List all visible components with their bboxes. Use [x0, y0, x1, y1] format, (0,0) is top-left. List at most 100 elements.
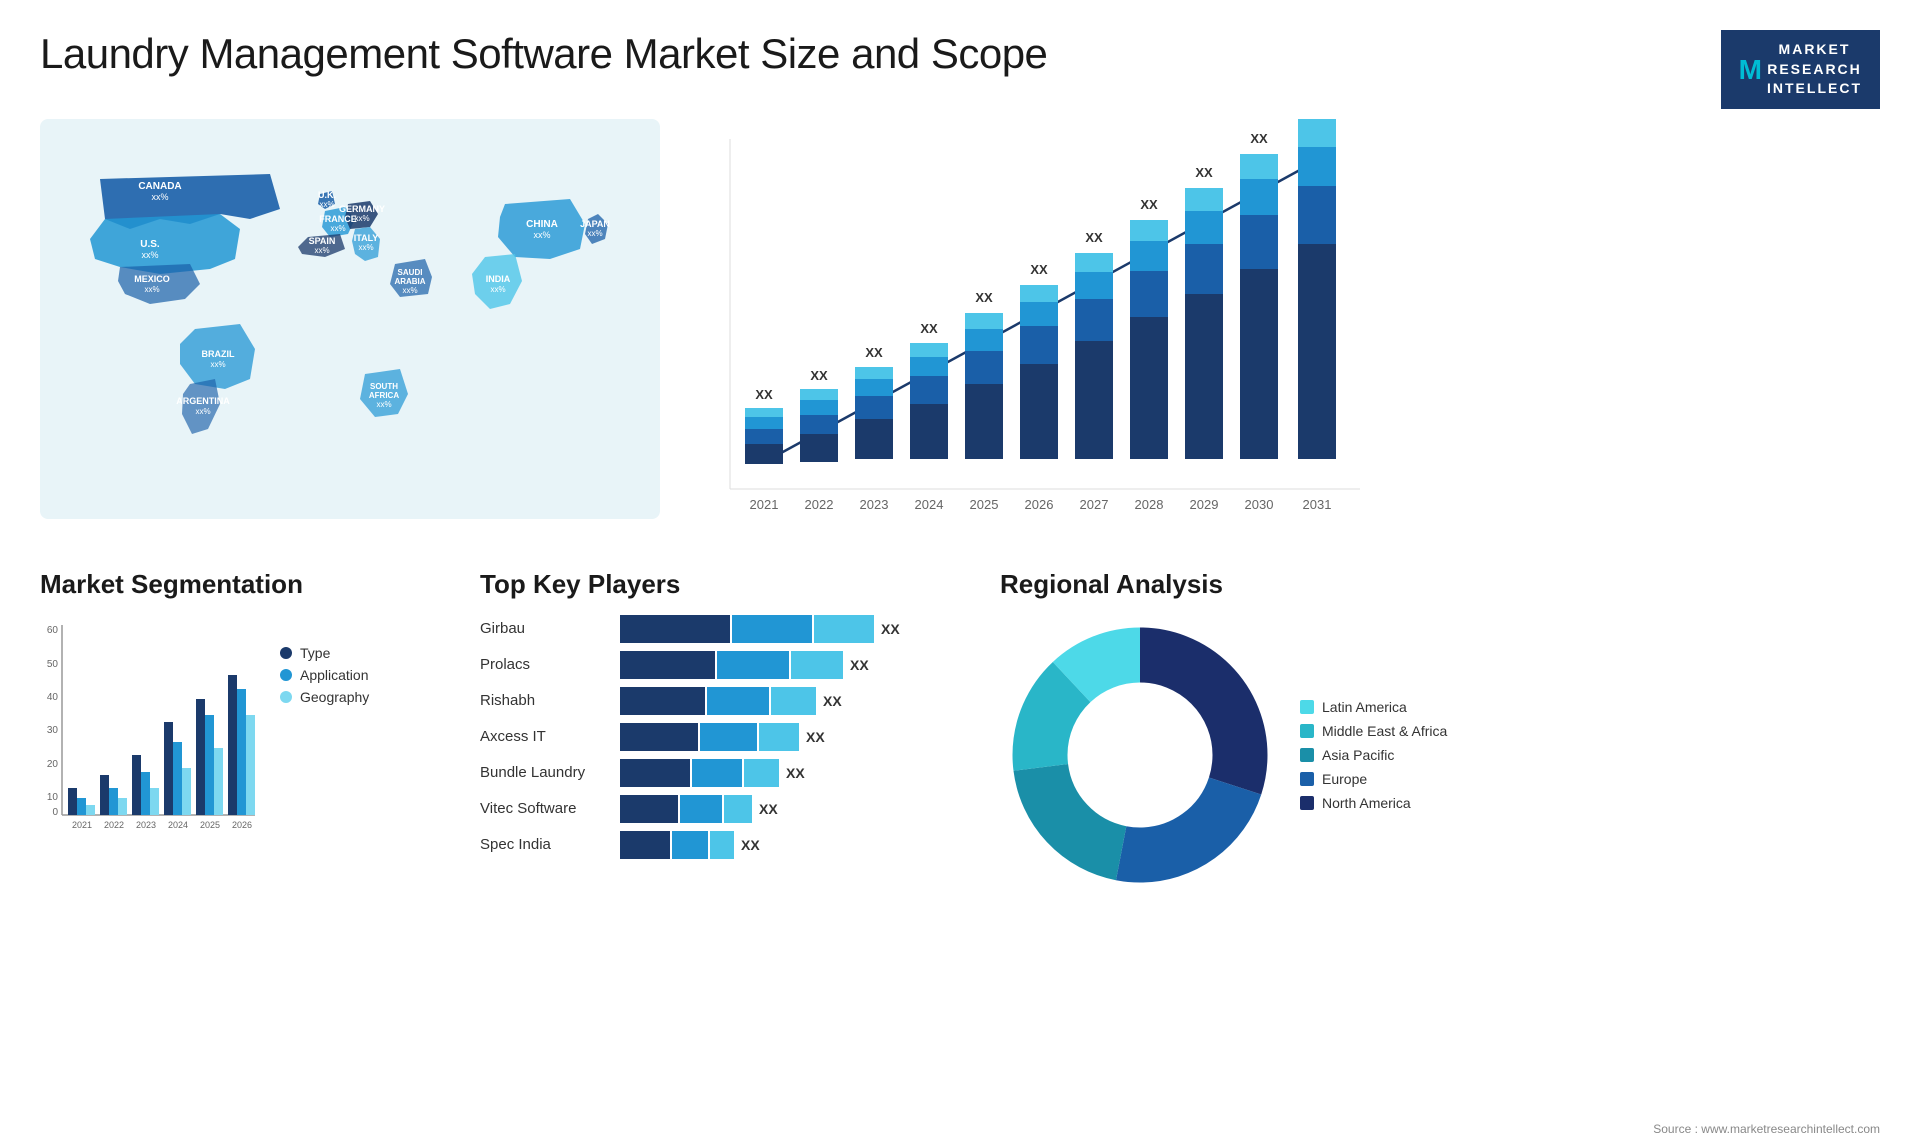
- bar-prolacs-s1: [620, 651, 715, 679]
- bar-label-bundle: XX: [786, 765, 805, 781]
- logo-m-letter: M: [1739, 50, 1763, 89]
- bar-axcess-s1: [620, 723, 698, 751]
- player-row-prolacs: Prolacs XX: [480, 651, 980, 679]
- seg-chart-svg: 60 50 40 30 20 10 0 2021: [40, 615, 260, 835]
- bar-vitec-s1: [620, 795, 678, 823]
- mea-color: [1300, 724, 1314, 738]
- canada-value: xx%: [151, 192, 168, 202]
- map-section: CANADA xx% U.S. xx% MEXICO xx% BRAZIL xx…: [40, 119, 670, 549]
- mexico-value: xx%: [144, 285, 159, 294]
- world-map: CANADA xx% U.S. xx% MEXICO xx% BRAZIL xx…: [40, 119, 660, 519]
- north-america-label: North America: [1322, 795, 1411, 811]
- type-dot: [280, 647, 292, 659]
- bar-prolacs-s2: [717, 651, 789, 679]
- donut-legend: Latin America Middle East & Africa Asia …: [1300, 699, 1447, 811]
- bar-label-axcess: XX: [806, 729, 825, 745]
- logo-box: M MARKET RESEARCH INTELLECT: [1721, 30, 1880, 109]
- key-players-title: Top Key Players: [480, 569, 980, 600]
- donut-chart-svg: [1000, 615, 1280, 895]
- year-2025: 2025: [970, 497, 999, 512]
- bar-2021-s2: [745, 429, 783, 444]
- year-2023: 2023: [860, 497, 889, 512]
- bar-label-2026: XX: [1030, 262, 1048, 277]
- svg-text:2024: 2024: [168, 820, 188, 830]
- seg-2021-t: [68, 788, 77, 815]
- player-bars-spec: XX: [620, 831, 760, 859]
- player-row-spec: Spec India XX: [480, 831, 980, 859]
- india-label: INDIA: [486, 274, 511, 284]
- application-dot: [280, 669, 292, 681]
- legend-latin-america: Latin America: [1300, 699, 1447, 715]
- bar-2021-s1: [745, 444, 783, 464]
- players-list: Girbau XX Prolacs XX Rishabh: [480, 615, 980, 859]
- regional-title: Regional Analysis: [1000, 569, 1880, 600]
- header: Laundry Management Software Market Size …: [0, 0, 1920, 119]
- player-name-axcess: Axcess IT: [480, 728, 610, 745]
- legend-geography-label: Geography: [300, 689, 369, 705]
- year-2029: 2029: [1190, 497, 1219, 512]
- player-row-bundle: Bundle Laundry XX: [480, 759, 980, 787]
- bar-label-2030: XX: [1250, 131, 1268, 146]
- segmentation-section: Market Segmentation 60 50 40 30 20 10 0: [40, 569, 460, 895]
- bar-rishabh-s3: [771, 687, 816, 715]
- bar-vitec-s2: [680, 795, 722, 823]
- player-name-spec: Spec India: [480, 836, 610, 853]
- bar-girbau-s2: [732, 615, 812, 643]
- bar-bundle-s2: [692, 759, 742, 787]
- page-title: Laundry Management Software Market Size …: [40, 30, 1047, 78]
- southafrica-label2: AFRICA: [369, 391, 399, 400]
- us-value: xx%: [141, 250, 158, 260]
- saudi-label: SAUDI: [398, 268, 423, 277]
- bar-prolacs-s3: [791, 651, 843, 679]
- bar-spec-s1: [620, 831, 670, 859]
- bar-axcess-s2: [700, 723, 757, 751]
- player-name-girbau: Girbau: [480, 620, 610, 637]
- spain-value: xx%: [314, 246, 329, 255]
- bar-label-2027: XX: [1085, 230, 1103, 245]
- svg-text:2025: 2025: [200, 820, 220, 830]
- bottom-content: Market Segmentation 60 50 40 30 20 10 0: [0, 549, 1920, 895]
- italy-value: xx%: [358, 243, 373, 252]
- player-name-bundle: Bundle Laundry: [480, 764, 610, 781]
- seg-2021-g: [86, 805, 95, 815]
- player-bars-bundle: XX: [620, 759, 805, 787]
- bar-label-2021: XX: [755, 387, 773, 402]
- donut-container: Latin America Middle East & Africa Asia …: [1000, 615, 1880, 895]
- japan-value: xx%: [587, 229, 602, 238]
- year-2022: 2022: [805, 497, 834, 512]
- bar-2021-s3: [745, 417, 783, 429]
- brazil-label: BRAZIL: [202, 349, 235, 359]
- bar-label-2022: XX: [810, 368, 828, 383]
- year-2027: 2027: [1080, 497, 1109, 512]
- legend-asia-pacific: Asia Pacific: [1300, 747, 1447, 763]
- player-row-rishabh: Rishabh XX: [480, 687, 980, 715]
- china-label: CHINA: [526, 219, 558, 230]
- svg-text:10: 10: [47, 792, 59, 803]
- canada-label: CANADA: [138, 181, 181, 192]
- player-name-rishabh: Rishabh: [480, 692, 610, 709]
- logo-line2: RESEARCH: [1767, 60, 1862, 80]
- year-2024: 2024: [915, 497, 944, 512]
- svg-text:0: 0: [52, 807, 58, 818]
- year-2021: 2021: [750, 497, 779, 512]
- germany-label: GERMANY: [339, 204, 385, 214]
- bar-label-2025: XX: [975, 290, 993, 305]
- north-america-color: [1300, 796, 1314, 810]
- saudi-label2: ARABIA: [394, 277, 425, 286]
- player-bars-vitec: XX: [620, 795, 778, 823]
- seg-chart-area: 60 50 40 30 20 10 0 2021: [40, 615, 260, 840]
- latin-america-label: Latin America: [1322, 699, 1407, 715]
- spain-label: SPAIN: [309, 236, 336, 246]
- regional-section: Regional Analysis: [1000, 569, 1880, 895]
- bar-rishabh-s1: [620, 687, 705, 715]
- year-2031: 2031: [1303, 497, 1332, 512]
- legend-type-label: Type: [300, 645, 330, 661]
- legend-application-label: Application: [300, 667, 369, 683]
- year-2030: 2030: [1245, 497, 1274, 512]
- player-name-prolacs: Prolacs: [480, 656, 610, 673]
- mexico-label: MEXICO: [134, 274, 170, 284]
- bar-vitec-s3: [724, 795, 752, 823]
- svg-text:2026: 2026: [232, 820, 252, 830]
- source-text: Source : www.marketresearchintellect.com: [1653, 1122, 1880, 1136]
- seg-legend: Type Application Geography: [280, 625, 369, 840]
